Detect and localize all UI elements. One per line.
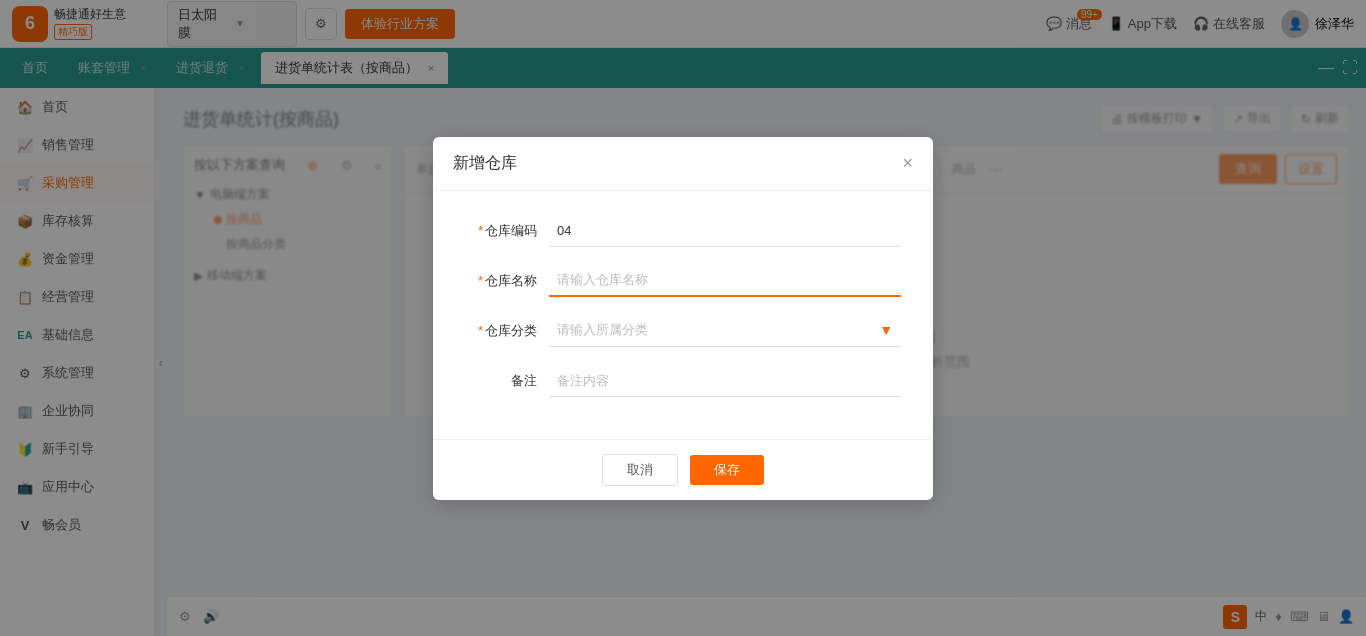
category-select[interactable]: 请输入所属分类 ▼	[549, 315, 901, 347]
form-row-note: 备注	[465, 365, 901, 397]
name-input[interactable]	[549, 265, 901, 297]
cancel-button[interactable]: 取消	[602, 454, 678, 486]
code-input[interactable]	[549, 215, 901, 247]
name-label: 仓库名称	[465, 272, 537, 290]
form-row-category: 仓库分类 请输入所属分类 ▼	[465, 315, 901, 347]
save-button[interactable]: 保存	[690, 455, 764, 485]
modal-body: 仓库编码 仓库名称 仓库分类 请输入所属分类 ▼ 备注	[433, 191, 933, 439]
category-label: 仓库分类	[465, 322, 537, 340]
form-row-name: 仓库名称	[465, 265, 901, 297]
modal-title: 新增仓库	[453, 153, 517, 174]
category-dropdown-arrow: ▼	[879, 322, 893, 338]
modal-close-button[interactable]: ×	[902, 154, 913, 172]
code-label: 仓库编码	[465, 222, 537, 240]
modal-overlay: 新增仓库 × 仓库编码 仓库名称 仓库分类 请输入所属分类 ▼	[0, 0, 1366, 636]
category-placeholder: 请输入所属分类	[557, 321, 879, 339]
note-label: 备注	[465, 372, 537, 390]
new-warehouse-modal: 新增仓库 × 仓库编码 仓库名称 仓库分类 请输入所属分类 ▼	[433, 137, 933, 500]
note-input[interactable]	[549, 365, 901, 397]
form-row-code: 仓库编码	[465, 215, 901, 247]
modal-header: 新增仓库 ×	[433, 137, 933, 191]
modal-footer: 取消 保存	[433, 439, 933, 500]
